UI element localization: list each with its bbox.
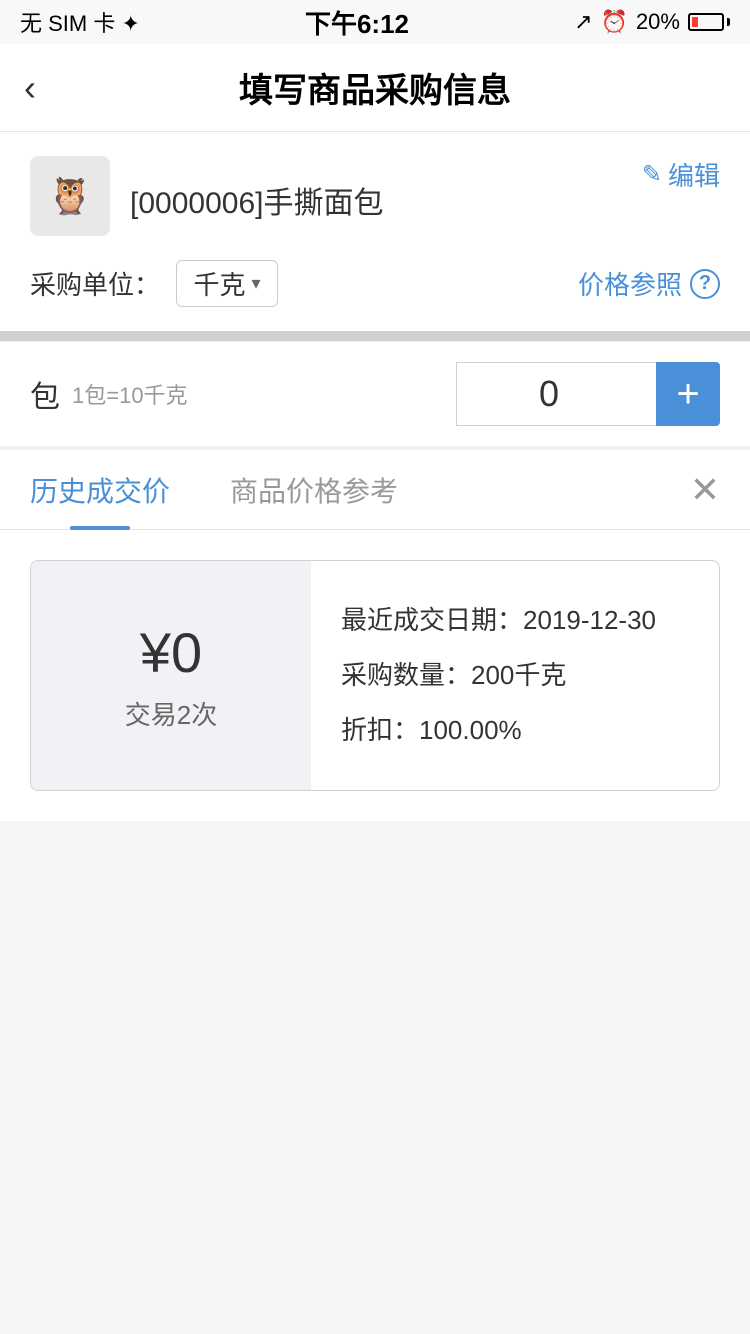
tab-history-price[interactable]: 历史成交价: [30, 450, 170, 530]
history-trade-count: 交易2次: [125, 695, 217, 732]
product-header: 🦉 [0000006]手撕面包 ✎ 编辑: [30, 156, 720, 236]
recent-date-value: 2019-12-30: [523, 605, 656, 635]
unit-select[interactable]: 千克 ▾: [176, 260, 277, 307]
product-info: 🦉 [0000006]手撕面包: [30, 156, 383, 236]
help-icon: ?: [690, 269, 720, 299]
product-image: 🦉: [30, 156, 110, 236]
tab-close-button[interactable]: ✕: [690, 469, 720, 511]
unit-dropdown-arrow: ▾: [251, 273, 260, 294]
no-sim-text: 无 SIM 卡 ✦: [20, 6, 140, 38]
tab-reference-label: 商品价格参考: [230, 470, 398, 510]
discount-row: 折扣：100.00%: [341, 711, 689, 750]
recent-date-row: 最近成交日期：2019-12-30: [341, 601, 689, 640]
unit-value: 千克: [193, 265, 245, 302]
quantity-input-area: +: [456, 362, 720, 426]
quantity-conversion: 1包=10千克: [72, 378, 188, 410]
edit-button[interactable]: ✎ 编辑: [642, 156, 720, 193]
quantity-val: 200千克: [471, 660, 566, 690]
discount-label: 折扣：: [341, 715, 419, 745]
history-content: ¥0 交易2次 最近成交日期：2019-12-30 采购数量：200千克 折扣：…: [0, 530, 750, 821]
battery-icon: [688, 13, 730, 31]
quantity-label: 采购数量：: [341, 660, 471, 690]
product-card: 🦉 [0000006]手撕面包 ✎ 编辑 采购单位： 千克 ▾ 价格参照 ?: [0, 132, 750, 331]
back-button[interactable]: ‹: [24, 67, 36, 109]
unit-label: 采购单位：: [30, 270, 160, 300]
status-right: ↗ ⏰ 20%: [574, 9, 730, 35]
price-symbol: ¥: [140, 621, 171, 684]
tab-product-reference[interactable]: 商品价格参考: [230, 450, 398, 530]
discount-value: 100.00%: [419, 715, 522, 745]
location-icon: ↗: [574, 9, 592, 35]
nav-bar: ‹ 填写商品采购信息: [0, 44, 750, 132]
status-bar: 无 SIM 卡 ✦ 下午6:12 ↗ ⏰ 20%: [0, 0, 750, 44]
quantity-plus-button[interactable]: +: [656, 362, 720, 426]
history-price-value: ¥0: [140, 620, 202, 685]
product-logo-icon: 🦉: [48, 175, 93, 217]
price-ref-label: 价格参照: [578, 265, 682, 302]
alarm-icon: ⏰: [601, 9, 628, 35]
quantity-input[interactable]: [456, 362, 656, 426]
edit-label: 编辑: [668, 156, 720, 193]
battery-percent: 20%: [636, 9, 680, 35]
page-title: 填写商品采购信息: [239, 63, 511, 112]
purchase-qty-row: 采购数量：200千克: [341, 656, 689, 695]
scroll-indicator: [0, 331, 750, 341]
tab-active-underline: [70, 526, 130, 530]
unit-selector-group: 采购单位： 千克 ▾: [30, 260, 278, 307]
tab-bar: 历史成交价 商品价格参考 ✕: [0, 450, 750, 530]
status-left: 无 SIM 卡 ✦: [20, 6, 140, 38]
product-name: [0000006]手撕面包: [130, 178, 383, 222]
tab-items: 历史成交价 商品价格参考: [30, 450, 398, 530]
tab-history-label: 历史成交价: [30, 470, 170, 510]
price-number: 0: [171, 621, 202, 684]
bottom-panel: 历史成交价 商品价格参考 ✕ ¥0 交易2次 最近成交日期：2019-12-30: [0, 446, 750, 821]
recent-date-label: 最近成交日期：: [341, 605, 523, 635]
quantity-unit: 包: [30, 372, 60, 416]
quantity-label-area: 包 1包=10千克: [30, 372, 188, 416]
product-unit-row: 采购单位： 千克 ▾ 价格参照 ?: [30, 260, 720, 307]
edit-icon: ✎: [642, 160, 662, 189]
price-reference-button[interactable]: 价格参照 ?: [578, 265, 720, 302]
quantity-row: 包 1包=10千克 +: [0, 341, 750, 446]
status-time: 下午6:12: [305, 4, 409, 41]
history-details-column: 最近成交日期：2019-12-30 采购数量：200千克 折扣：100.00%: [311, 561, 719, 790]
history-price-column: ¥0 交易2次: [31, 561, 311, 790]
history-card: ¥0 交易2次 最近成交日期：2019-12-30 采购数量：200千克 折扣：…: [30, 560, 720, 791]
